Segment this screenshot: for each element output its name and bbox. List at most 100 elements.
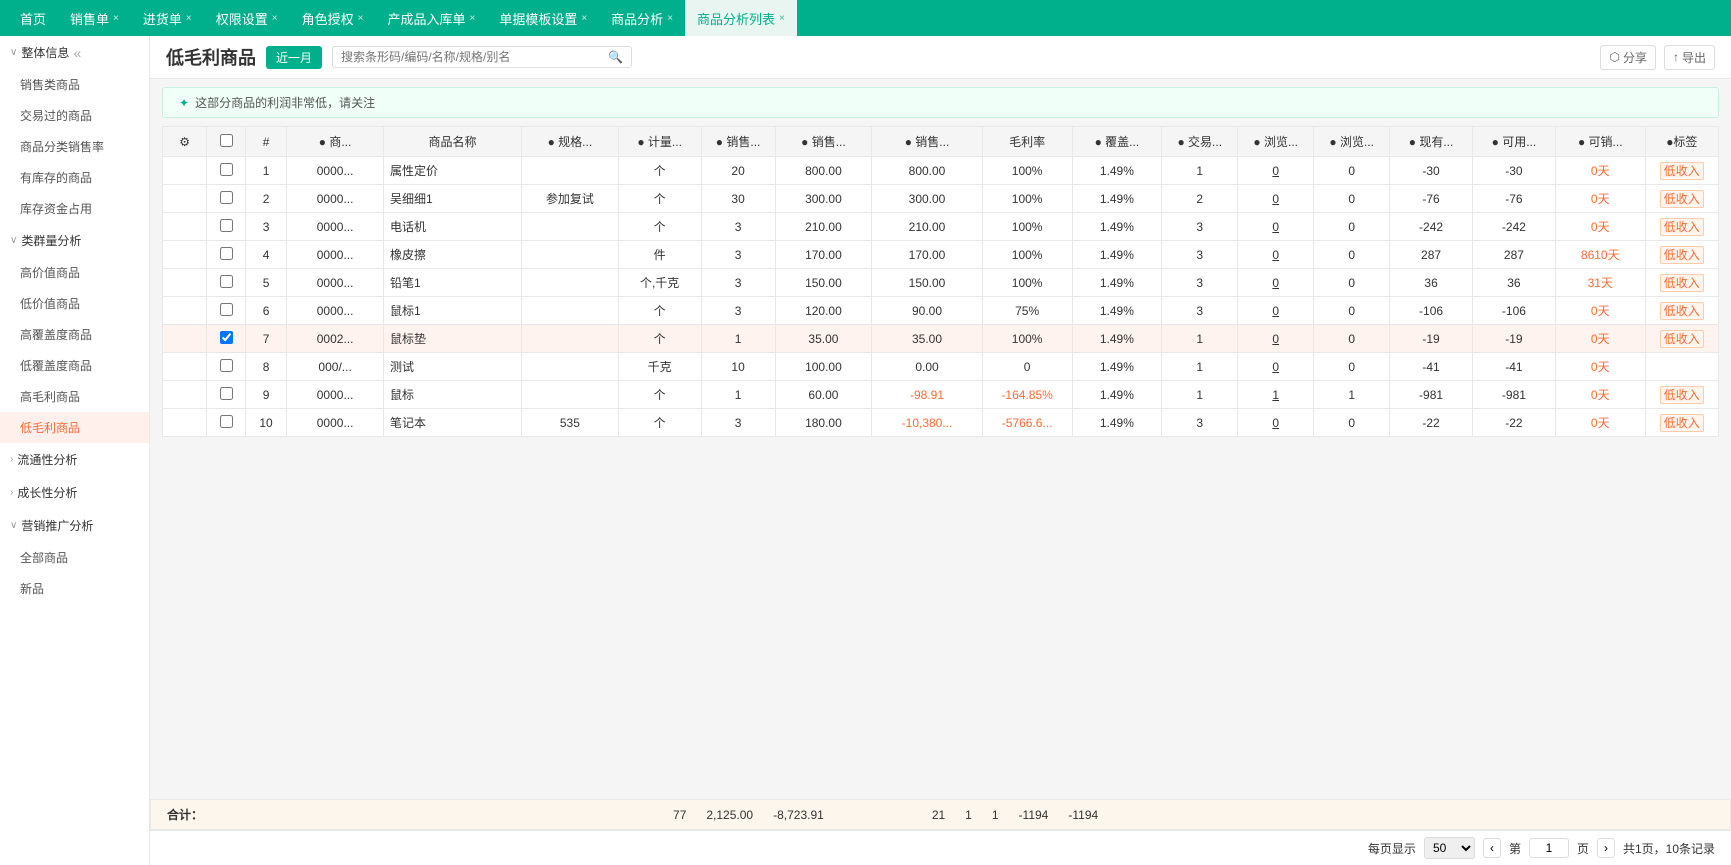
share-button[interactable]: ⬡ 分享: [1600, 45, 1656, 70]
sidebar-group-liquidity[interactable]: › 流通性分析: [0, 443, 149, 476]
row-checkbox[interactable]: [220, 247, 233, 260]
row-check[interactable]: [207, 185, 246, 213]
nav-analysis-close[interactable]: ×: [667, 13, 673, 24]
col-settings[interactable]: ⚙: [163, 127, 207, 157]
row-check[interactable]: [207, 213, 246, 241]
sidebar-item-low-value[interactable]: 低价值商品: [0, 288, 149, 319]
col-code[interactable]: ● 商...: [287, 127, 384, 157]
row-view1[interactable]: 0: [1238, 297, 1314, 325]
nav-template[interactable]: 单据模板设置 ×: [487, 0, 599, 36]
row-checkbox[interactable]: [220, 191, 233, 204]
row-check[interactable]: [207, 381, 246, 409]
search-box[interactable]: 🔍: [332, 46, 632, 68]
row-num: 4: [245, 241, 286, 269]
sidebar-collapse-btn[interactable]: «: [69, 45, 85, 61]
col-sale-amt[interactable]: ● 销售...: [872, 127, 982, 157]
sidebar-item-stocked[interactable]: 有库存的商品: [0, 162, 149, 193]
select-all-checkbox[interactable]: [220, 134, 233, 147]
row-check[interactable]: [207, 409, 246, 437]
col-sellable[interactable]: ● 可销...: [1555, 127, 1645, 157]
next-page-btn[interactable]: ›: [1597, 838, 1615, 858]
row-check[interactable]: [207, 297, 246, 325]
row-checkbox[interactable]: [220, 331, 233, 344]
row-checkbox[interactable]: [220, 275, 233, 288]
row-margin-rate: 1.49%: [1072, 185, 1162, 213]
row-checkbox[interactable]: [220, 359, 233, 372]
row-checkbox[interactable]: [220, 303, 233, 316]
row-view1[interactable]: 0: [1238, 269, 1314, 297]
row-spec: [522, 241, 619, 269]
notice-icon: ✦: [179, 96, 189, 110]
nav-role[interactable]: 角色授权 ×: [290, 0, 376, 36]
nav-product-entry-close[interactable]: ×: [469, 13, 475, 24]
nav-analysis-list[interactable]: 商品分析列表 ×: [685, 0, 797, 36]
row-check[interactable]: [207, 353, 246, 381]
col-margin[interactable]: 毛利率: [982, 127, 1072, 157]
row-view1[interactable]: 1: [1238, 381, 1314, 409]
sidebar-group-overall[interactable]: ∨ 整体信息 «: [0, 36, 149, 69]
sidebar-item-capital[interactable]: 库存资金占用: [0, 193, 149, 224]
row-check[interactable]: [207, 269, 246, 297]
nav-analysis-list-close[interactable]: ×: [779, 13, 785, 24]
search-input[interactable]: [341, 50, 608, 64]
nav-sales[interactable]: 销售单 ×: [58, 0, 131, 36]
row-view1[interactable]: 0: [1238, 409, 1314, 437]
sidebar-item-high-margin[interactable]: 高毛利商品: [0, 381, 149, 412]
row-view1[interactable]: 0: [1238, 185, 1314, 213]
sidebar-group-growth[interactable]: › 成长性分析: [0, 476, 149, 509]
row-view1[interactable]: 0: [1238, 157, 1314, 185]
nav-permission-close[interactable]: ×: [272, 13, 278, 24]
nav-role-close[interactable]: ×: [358, 13, 364, 24]
prev-page-btn[interactable]: ‹: [1483, 838, 1501, 858]
filter-recent-month[interactable]: 近一月: [266, 46, 322, 69]
row-view1[interactable]: 0: [1238, 353, 1314, 381]
col-view2[interactable]: ● 浏览...: [1314, 127, 1390, 157]
col-sale-qty[interactable]: ● 销售...: [701, 127, 775, 157]
row-view1[interactable]: 0: [1238, 325, 1314, 353]
col-avail[interactable]: ● 可用...: [1473, 127, 1556, 157]
table-container[interactable]: ⚙ # ● 商... 商品名称 ● 规格... ● 计量... ● 销售... …: [150, 118, 1731, 799]
col-spec[interactable]: ● 规格...: [522, 127, 619, 157]
sidebar-item-traded-goods[interactable]: 交易过的商品: [0, 100, 149, 131]
table-row: 5 0000... 铅笔1 个,千克 3 150.00 150.00 100% …: [163, 269, 1719, 297]
nav-product-entry[interactable]: 产成品入库单 ×: [375, 0, 487, 36]
nav-template-close[interactable]: ×: [581, 13, 587, 24]
sidebar-item-all-goods[interactable]: 全部商品: [0, 542, 149, 573]
nav-permission[interactable]: 权限设置 ×: [204, 0, 290, 36]
sidebar-item-category-rate[interactable]: 商品分类销售率: [0, 131, 149, 162]
col-unit[interactable]: ● 计量...: [618, 127, 701, 157]
sidebar-group-marketing[interactable]: ∨ 营销推广分析: [0, 509, 149, 542]
col-check-all[interactable]: [207, 127, 246, 157]
nav-purchase[interactable]: 进货单 ×: [131, 0, 204, 36]
row-check[interactable]: [207, 325, 246, 353]
sidebar-item-low-margin[interactable]: 低毛利商品: [0, 412, 149, 443]
nav-home[interactable]: 首页: [8, 0, 58, 36]
col-sale-price[interactable]: ● 销售...: [775, 127, 872, 157]
col-tag[interactable]: ●标签: [1645, 127, 1718, 157]
sidebar-item-sales-goods[interactable]: 销售类商品: [0, 69, 149, 100]
col-view1[interactable]: ● 浏览...: [1238, 127, 1314, 157]
col-name[interactable]: 商品名称: [383, 127, 521, 157]
col-current[interactable]: ● 现有...: [1390, 127, 1473, 157]
sidebar-item-high-value[interactable]: 高价值商品: [0, 257, 149, 288]
row-checkbox[interactable]: [220, 387, 233, 400]
row-view1[interactable]: 0: [1238, 241, 1314, 269]
page-number-input[interactable]: [1529, 838, 1569, 858]
row-checkbox[interactable]: [220, 219, 233, 232]
row-view1[interactable]: 0: [1238, 213, 1314, 241]
row-check[interactable]: [207, 241, 246, 269]
nav-analysis[interactable]: 商品分析 ×: [599, 0, 685, 36]
row-checkbox[interactable]: [220, 163, 233, 176]
sidebar-group-cluster[interactable]: ∨ 类群量分析: [0, 224, 149, 257]
col-coverage[interactable]: ● 覆盖...: [1072, 127, 1162, 157]
row-checkbox[interactable]: [220, 415, 233, 428]
col-trade[interactable]: ● 交易...: [1162, 127, 1238, 157]
nav-purchase-close[interactable]: ×: [186, 13, 192, 24]
row-check[interactable]: [207, 157, 246, 185]
sidebar-item-high-coverage[interactable]: 高覆盖度商品: [0, 319, 149, 350]
sidebar-item-low-coverage[interactable]: 低覆盖度商品: [0, 350, 149, 381]
export-button[interactable]: ↑ 导出: [1664, 45, 1715, 70]
per-page-select[interactable]: 50 100: [1424, 837, 1475, 859]
sidebar-item-new-goods[interactable]: 新品: [0, 573, 149, 604]
nav-sales-close[interactable]: ×: [113, 13, 119, 24]
